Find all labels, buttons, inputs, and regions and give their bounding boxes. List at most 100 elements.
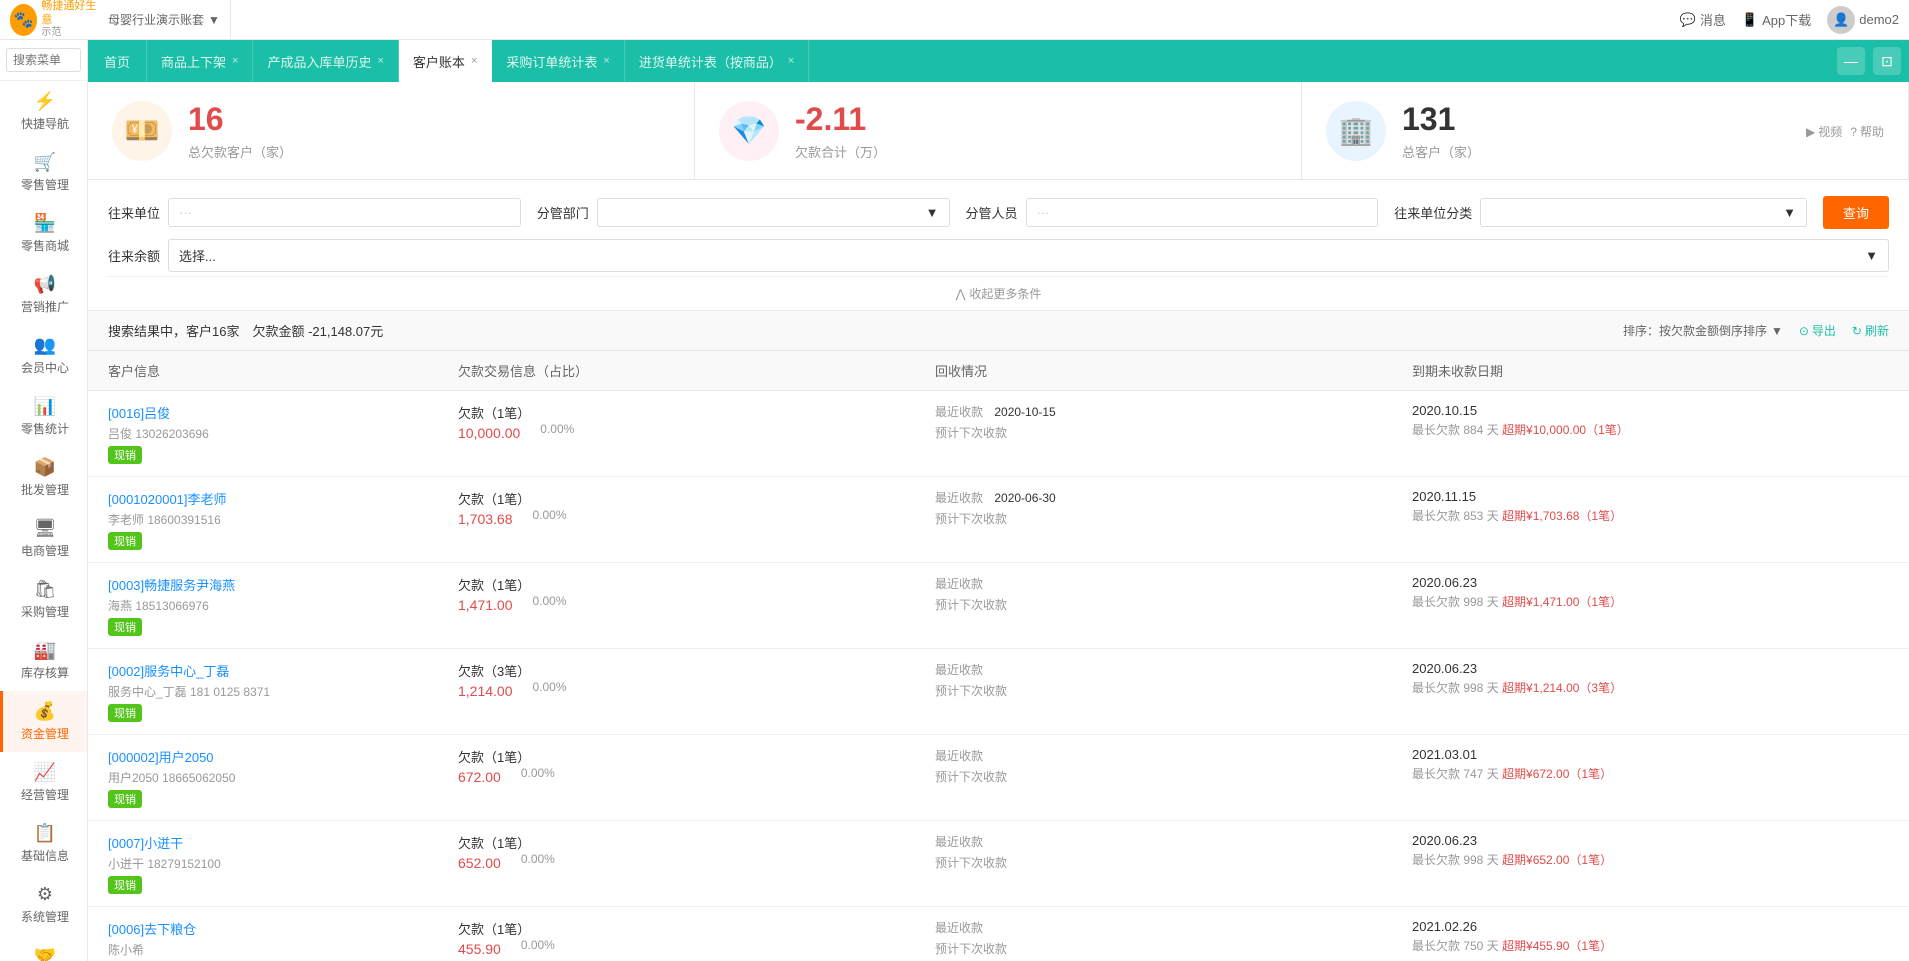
cell-customer: [0016]吕俊 吕俊 13026203696 现销 xyxy=(108,403,458,464)
marketing-icon: 📢 xyxy=(34,274,56,295)
overdue-amount-link[interactable]: 超期¥672.00（1笔） xyxy=(1502,767,1612,781)
overdue-date: 2021.02.26 xyxy=(1412,919,1889,934)
customer-meta: 小迸干 18279152100 xyxy=(108,855,458,872)
cell-overdue: 2020.10.15 最长欠款 884 天 超期¥10,000.00（1笔） xyxy=(1412,403,1889,438)
app-download-action[interactable]: 📱 App下载 xyxy=(1742,10,1811,29)
customer-name-link[interactable]: [0003]畅捷服务尹海燕 xyxy=(108,575,458,594)
overdue-amount-link[interactable]: 超期¥652.00（1笔） xyxy=(1502,853,1612,867)
overdue-date: 2020.10.15 xyxy=(1412,403,1889,418)
person-input[interactable]: ··· xyxy=(1026,198,1379,227)
export-button[interactable]: ⊙ 导出 xyxy=(1799,322,1836,339)
tab-minimize-btn[interactable]: — xyxy=(1837,47,1865,75)
debt-amount[interactable]: 1,471.00 xyxy=(458,597,513,613)
sidebar-item-system-mgmt[interactable]: ⚙系统管理 xyxy=(0,874,87,935)
customer-name-link[interactable]: [0002]服务中心_丁磊 xyxy=(108,661,458,680)
from-unit-input[interactable]: ··· xyxy=(168,198,521,227)
overdue-days: 最长欠款 853 天 超期¥1,703.68（1笔） xyxy=(1412,507,1889,524)
collapse-filter-btn[interactable]: ⋀ 收起更多条件 xyxy=(108,276,1889,302)
customer-name-link[interactable]: [0006]去下粮仓 xyxy=(108,919,458,938)
overdue-amount-link[interactable]: 超期¥1,471.00（1笔） xyxy=(1502,595,1622,609)
customer-name-link[interactable]: [0001020001]李老师 xyxy=(108,489,458,508)
rec-label: 最近收款 xyxy=(935,833,1412,850)
user-action[interactable]: 👤 demo2 xyxy=(1827,6,1899,34)
help-action[interactable]: ? 帮助 xyxy=(1850,123,1884,140)
sidebar-item-retail-stats[interactable]: 📊 零售统计 xyxy=(0,386,87,447)
tab-商品上下架[interactable]: 商品上下架× xyxy=(147,40,253,82)
overdue-amount-link[interactable]: 超期¥455.90（1笔） xyxy=(1502,939,1612,953)
table-row: [0016]吕俊 吕俊 13026203696 现销 欠款（1笔） 10,000… xyxy=(88,391,1909,477)
purchase-mgmt-icon: 🛍 xyxy=(34,579,57,600)
tab-close-btn[interactable]: × xyxy=(232,55,238,67)
tab-进货单统计表（按商品）[interactable]: 进货单统计表（按商品）× xyxy=(625,40,809,82)
sidebar-item-basic-info[interactable]: 📋基础信息 xyxy=(0,813,87,874)
search-button[interactable]: 查询 xyxy=(1823,196,1889,229)
refresh-button[interactable]: ↻ 刷新 xyxy=(1852,322,1889,339)
retail-mall-icon: 🏪 xyxy=(34,213,56,234)
rec-label: 最近收款 xyxy=(935,747,1412,764)
tab-产成品入库单历史[interactable]: 产成品入库单历史× xyxy=(253,40,398,82)
sidebar-item-ecom-mgmt[interactable]: 🖥电商管理 xyxy=(0,508,87,569)
overdue-amount-link[interactable]: 超期¥1,214.00（3笔） xyxy=(1502,681,1622,695)
table-row: [0003]畅捷服务尹海燕 海燕 18513066976 现销 欠款（1笔） 1… xyxy=(88,563,1909,649)
balance-select[interactable]: 选择... ▼ xyxy=(168,239,1889,272)
sidebar-item-capital-mgmt[interactable]: 💰资金管理 xyxy=(0,691,87,752)
sidebar-item-quick-nav[interactable]: ⚡快捷导航 xyxy=(0,81,87,142)
customer-name-link[interactable]: [000002]用户2050 xyxy=(108,747,458,766)
cell-customer: [000002]用户2050 用户2050 18665062050 现销 xyxy=(108,747,458,808)
sidebar-search-input[interactable] xyxy=(6,48,81,72)
sidebar-item-marketing[interactable]: 📢营销推广 xyxy=(0,264,87,325)
tab-客户账本[interactable]: 客户账本× xyxy=(399,40,492,82)
tab-close-btn[interactable]: × xyxy=(377,55,383,67)
debt-amount[interactable]: 1,703.68 xyxy=(458,511,513,527)
sidebar-item-retail-mgmt[interactable]: 🛒零售管理 xyxy=(0,142,87,203)
debt-amount[interactable]: 455.90 xyxy=(458,941,501,957)
cell-debt: 欠款（1笔） 455.90 0.00% xyxy=(458,919,935,957)
debt-amount[interactable]: 10,000.00 xyxy=(458,425,520,441)
debt-amount[interactable]: 1,214.00 xyxy=(458,683,513,699)
sidebar-item-purchase-mgmt[interactable]: 🛍 采购管理 xyxy=(0,569,87,630)
sidebar-item-label: 基础信息 xyxy=(21,847,69,864)
stat-overdue-amount: 💎 -2.11 欠款合计（万） xyxy=(695,82,1302,179)
sidebar-item-member[interactable]: 👥会员中心 xyxy=(0,325,87,386)
sidebar-item-batch-mgmt[interactable]: 📦批发管理 xyxy=(0,447,87,508)
debt-amount[interactable]: 672.00 xyxy=(458,769,501,785)
tab-首页[interactable]: 首页 xyxy=(88,40,147,82)
cell-customer: [0002]服务中心_丁磊 服务中心_丁磊 181 0125 8371 现销 xyxy=(108,661,458,722)
sidebar-item-label: 采购管理 xyxy=(21,603,69,620)
tab-close-btn[interactable]: × xyxy=(788,55,794,67)
overdue-amount-link[interactable]: 超期¥10,000.00（1笔） xyxy=(1502,423,1629,437)
video-action[interactable]: ▶ 视频 xyxy=(1806,123,1842,140)
sidebar-item-ops-mgmt[interactable]: 📈经营管理 xyxy=(0,752,87,813)
table-row: [0002]服务中心_丁磊 服务中心_丁磊 181 0125 8371 现销 欠… xyxy=(88,649,1909,735)
cell-customer: [0006]去下粮仓 陈小希 现销 xyxy=(108,919,458,961)
debt-count: 欠款（1笔） xyxy=(458,833,935,852)
capital-mgmt-icon: 💰 xyxy=(34,701,56,722)
unit-category-select[interactable]: ▼ xyxy=(1480,198,1807,227)
store-selector[interactable]: 母婴行业演示账套 ▼ xyxy=(98,0,231,39)
overdue-date: 2020.06.23 xyxy=(1412,575,1889,590)
sidebar-item-label: 批发管理 xyxy=(21,481,69,498)
unit-category-label: 往来单位分类 xyxy=(1394,203,1472,222)
tab-close-btn[interactable]: × xyxy=(471,55,477,67)
tab-采购订单统计表[interactable]: 采购订单统计表× xyxy=(492,40,624,82)
sidebar-item-label: 零售统计 xyxy=(21,420,69,437)
message-action[interactable]: 💬 消息 xyxy=(1680,10,1726,29)
customer-name-link[interactable]: [0016]吕俊 xyxy=(108,403,458,422)
tab-close-btn[interactable]: × xyxy=(603,55,609,67)
sidebar-item-inventory[interactable]: 🏭库存核算 xyxy=(0,630,87,691)
dept-select[interactable]: ▼ xyxy=(597,198,950,227)
sort-selector[interactable]: 排序：按欠款金额倒序排序 ▼ xyxy=(1623,322,1783,339)
overdue-days: 最长欠款 998 天 超期¥1,471.00（1笔） xyxy=(1412,593,1889,610)
table-row: [000002]用户2050 用户2050 18665062050 现销 欠款（… xyxy=(88,735,1909,821)
sidebar-item-corp-collab[interactable]: 🤝企业协同 xyxy=(0,935,87,961)
customer-name-link[interactable]: [0007]小迸干 xyxy=(108,833,458,852)
debt-amount[interactable]: 652.00 xyxy=(458,855,501,871)
sidebar-item-label: 会员中心 xyxy=(21,359,69,376)
cell-recovery: 最近收款 2020-06-30 预计下次收款 xyxy=(935,489,1412,527)
overdue-amount-link[interactable]: 超期¥1,703.68（1笔） xyxy=(1502,509,1622,523)
tab-expand-btn[interactable]: ⊡ xyxy=(1873,47,1901,75)
retail-stats-icon: 📊 xyxy=(34,396,56,417)
debt-count: 欠款（1笔） xyxy=(458,489,935,508)
overdue-date: 2021.03.01 xyxy=(1412,747,1889,762)
sidebar-item-retail-mall[interactable]: 🏪零售商城 xyxy=(0,203,87,264)
